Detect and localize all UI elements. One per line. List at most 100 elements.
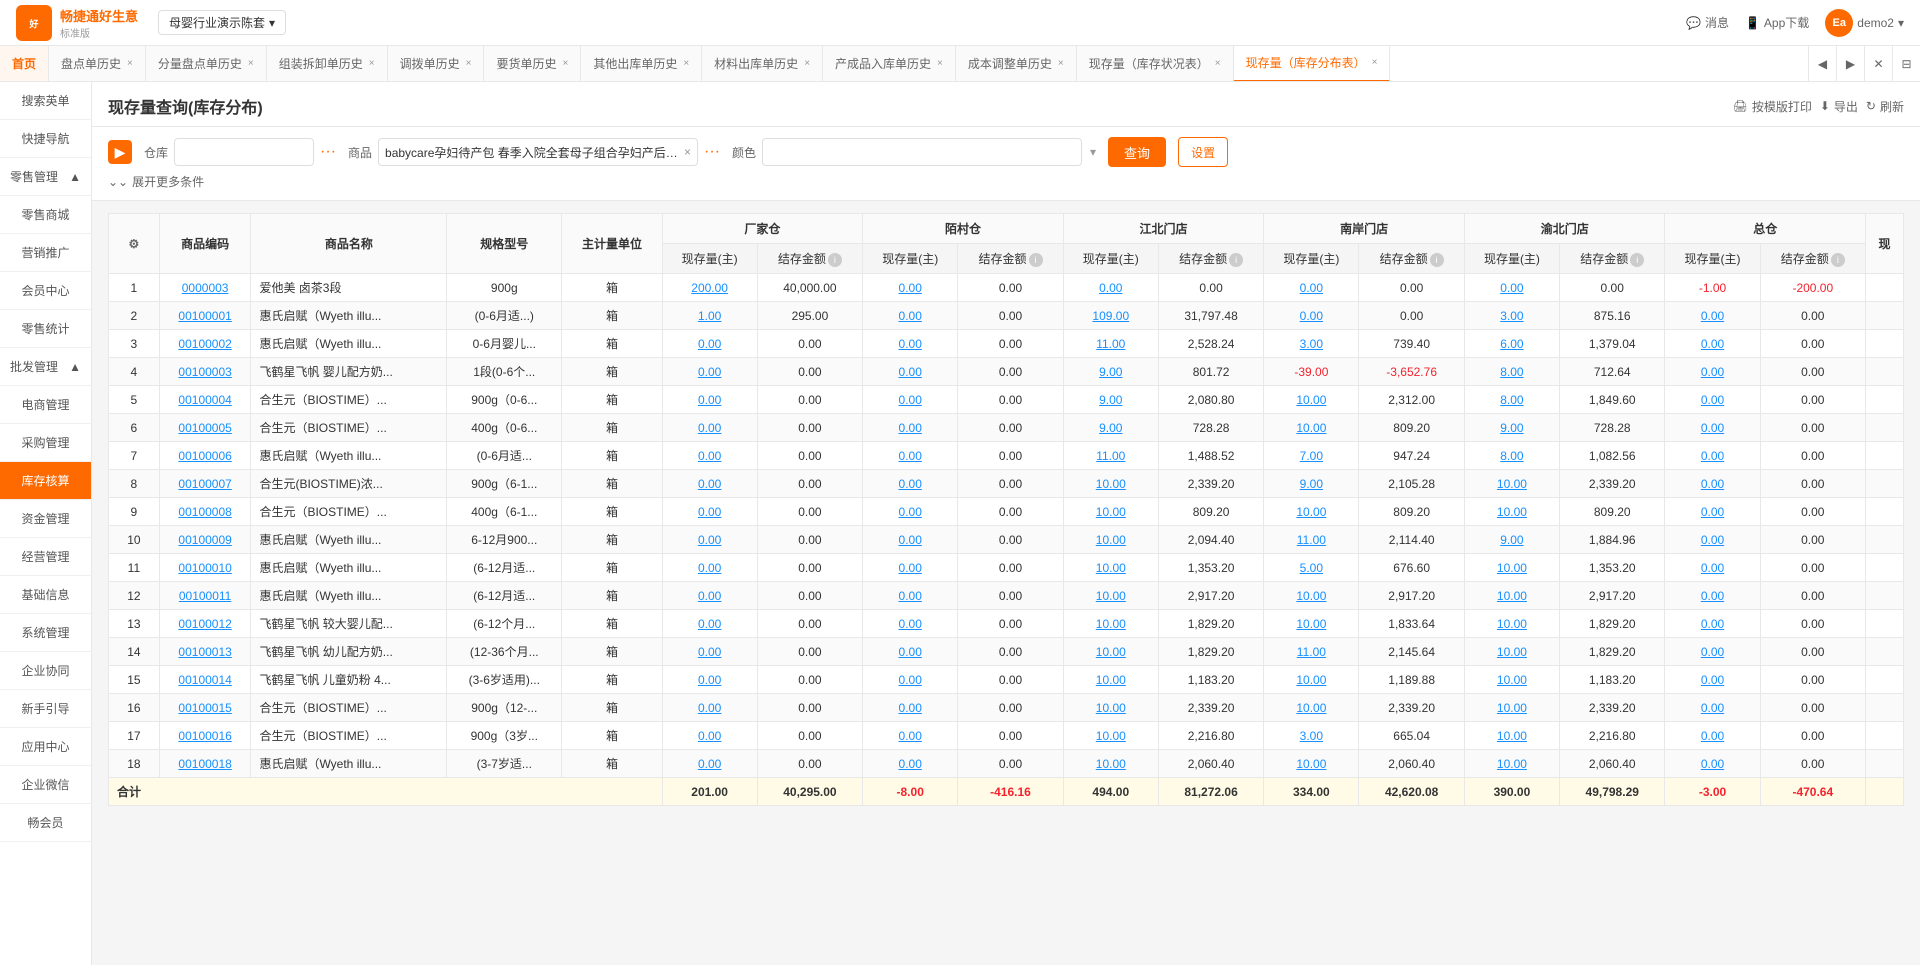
- tab-xcl-dist[interactable]: 现存量（库存分布表）×: [1234, 46, 1391, 82]
- nav-selector[interactable]: 母婴行业演示陈套 ▾: [158, 10, 286, 35]
- goods-input[interactable]: babycare孕妇待产包 春季入院全套母子组合孕妇产后冬季月子用品 22件套 …: [378, 138, 698, 166]
- cell-name: 爱他美 卤茶3段: [251, 274, 447, 302]
- cell-extra: [1866, 582, 1904, 610]
- tab-flpdlsh[interactable]: 分量盘点单历史 ×: [146, 46, 267, 82]
- sidebar-item-weixin[interactable]: 企业微信: [0, 766, 91, 804]
- goods-clear-icon[interactable]: ×: [684, 145, 691, 159]
- tab-expand-btn[interactable]: ⊟: [1892, 46, 1920, 82]
- color-input[interactable]: [762, 138, 1082, 166]
- filter-toggle-btn[interactable]: ▶: [108, 140, 132, 164]
- sidebar-item-inventory[interactable]: 库存核算: [0, 462, 91, 500]
- cell-code: 00100002: [159, 330, 251, 358]
- cell-total-now: 0.00: [1665, 358, 1760, 386]
- th-group-fj: 厂家仓: [662, 214, 863, 244]
- summary-fj-now: 201.00: [662, 778, 757, 806]
- sidebar-item-enterprise[interactable]: 企业协同: [0, 652, 91, 690]
- cell-mc-amount: 0.00: [958, 554, 1064, 582]
- cell-spec: (0-6月适...: [447, 442, 562, 470]
- print-btn[interactable]: 🖨 按模版打印: [1733, 98, 1812, 115]
- cell-jb-now: 109.00: [1063, 302, 1158, 330]
- sidebar-item-basics[interactable]: 基础信息: [0, 576, 91, 614]
- cell-na-now: 10.00: [1264, 498, 1359, 526]
- info-icon[interactable]: i: [1630, 253, 1644, 267]
- summary-jb-now: 494.00: [1063, 778, 1158, 806]
- settings-gear-icon[interactable]: ⚙: [123, 233, 145, 255]
- settings-btn[interactable]: 设置: [1178, 137, 1228, 167]
- warehouse-dots[interactable]: ···: [320, 143, 336, 161]
- sidebar-item-wholesale[interactable]: 批发管理 ▲: [0, 348, 91, 386]
- tab-cbtz[interactable]: 成本调整单历史 ×: [956, 46, 1077, 82]
- sidebar-item-quicknav[interactable]: 快捷导航: [0, 120, 91, 158]
- query-btn[interactable]: 查询: [1108, 137, 1166, 167]
- sidebar-item-retail-stats[interactable]: 零售统计: [0, 310, 91, 348]
- user-area[interactable]: Ea demo2 ▾: [1825, 9, 1904, 37]
- tab-next-btn[interactable]: ▶: [1836, 46, 1864, 82]
- cell-index: 3: [109, 330, 160, 358]
- cell-name: 飞鹤星飞帆 较大婴儿配...: [251, 610, 447, 638]
- sidebar-item-guide[interactable]: 新手引导: [0, 690, 91, 728]
- cell-na-amount: 809.20: [1359, 414, 1465, 442]
- sidebar-item-member2[interactable]: 畅会员: [0, 804, 91, 842]
- tab-qtck[interactable]: 其他出库单历史 ×: [581, 46, 702, 82]
- info-icon[interactable]: i: [1029, 253, 1043, 267]
- cell-total-amount: 0.00: [1760, 498, 1866, 526]
- app-download-btn[interactable]: 📱 App下载: [1745, 14, 1809, 31]
- cell-mc-now: 0.00: [863, 302, 958, 330]
- tab-xcl-state[interactable]: 现存量（库存状况表）×: [1077, 46, 1234, 82]
- info-icon[interactable]: i: [828, 253, 842, 267]
- tab-close-btn[interactable]: ✕: [1864, 46, 1892, 82]
- tab-yhd[interactable]: 要货单历史 ×: [484, 46, 581, 82]
- tab-prev-btn[interactable]: ◀: [1808, 46, 1836, 82]
- tab-cpck[interactable]: 产成品入库单历史 ×: [823, 46, 956, 82]
- tab-home[interactable]: 首页: [0, 46, 49, 82]
- sidebar-item-search[interactable]: 搜索英单: [0, 82, 91, 120]
- th-group-jb: 江北门店: [1063, 214, 1264, 244]
- chevron-down-icon: ▾: [1898, 16, 1904, 30]
- tab-clck[interactable]: 材料出库单历史 ×: [702, 46, 823, 82]
- cell-name: 合生元（BIOSTIME）...: [251, 722, 447, 750]
- cell-index: 8: [109, 470, 160, 498]
- sidebar-item-retail-mgmt[interactable]: 零售管理 ▲: [0, 158, 91, 196]
- tab-dblsh[interactable]: 调拨单历史 ×: [388, 46, 485, 82]
- sidebar-item-finance[interactable]: 资金管理: [0, 500, 91, 538]
- warehouse-label: 仓库: [144, 144, 168, 161]
- refresh-btn[interactable]: ↻ 刷新: [1866, 98, 1904, 115]
- sidebar-item-retail-mall[interactable]: 零售商城: [0, 196, 91, 234]
- sidebar-item-purchase[interactable]: 采购管理: [0, 424, 91, 462]
- tab-pddlsh[interactable]: 盘点单历史 ×: [49, 46, 146, 82]
- tab-zzcc[interactable]: 组装拆卸单历史 ×: [267, 46, 388, 82]
- th-yb-now: 现存量(主): [1464, 244, 1559, 274]
- sidebar-item-operations[interactable]: 经营管理: [0, 538, 91, 576]
- cell-name: 惠氏启赋（Wyeth illu...: [251, 554, 447, 582]
- sidebar-item-marketing[interactable]: 营销推广: [0, 234, 91, 272]
- color-chevron-icon[interactable]: ▾: [1090, 145, 1096, 159]
- message-btn[interactable]: 💬 消息: [1686, 14, 1729, 31]
- cell-total-amount: 0.00: [1760, 442, 1866, 470]
- nav-tabs: 首页 盘点单历史 × 分量盘点单历史 × 组装拆卸单历史 × 调拨单历史 × 要…: [0, 46, 1920, 82]
- expand-more-btn[interactable]: ⌄⌄ 展开更多条件: [108, 173, 1904, 190]
- sidebar-item-system[interactable]: 系统管理: [0, 614, 91, 652]
- cell-spec: 1段(0-6个...: [447, 358, 562, 386]
- cell-yb-now: 10.00: [1464, 638, 1559, 666]
- th-name: 商品名称: [251, 214, 447, 274]
- cell-fj-now: 0.00: [662, 358, 757, 386]
- sidebar-item-member[interactable]: 会员中心: [0, 272, 91, 310]
- cell-jb-amount: 31,797.48: [1158, 302, 1264, 330]
- refresh-icon: ↻: [1866, 99, 1876, 113]
- sidebar-item-ecommerce[interactable]: 电商管理: [0, 386, 91, 424]
- cell-mc-amount: 0.00: [958, 330, 1064, 358]
- info-icon[interactable]: i: [1831, 253, 1845, 267]
- cell-unit: 箱: [562, 274, 662, 302]
- goods-dots[interactable]: ···: [704, 143, 720, 161]
- cell-total-now: 0.00: [1665, 554, 1760, 582]
- warehouse-input[interactable]: [174, 138, 314, 166]
- cell-fj-amount: 295.00: [757, 302, 863, 330]
- logo-icon: 好: [16, 5, 52, 41]
- cell-spec: (0-6月适...): [447, 302, 562, 330]
- cell-total-amount: 0.00: [1760, 638, 1866, 666]
- export-btn[interactable]: ⬇ 导出: [1820, 98, 1858, 115]
- info-icon[interactable]: i: [1430, 253, 1444, 267]
- info-icon[interactable]: i: [1229, 253, 1243, 267]
- cell-unit: 箱: [562, 610, 662, 638]
- sidebar-item-appcenter[interactable]: 应用中心: [0, 728, 91, 766]
